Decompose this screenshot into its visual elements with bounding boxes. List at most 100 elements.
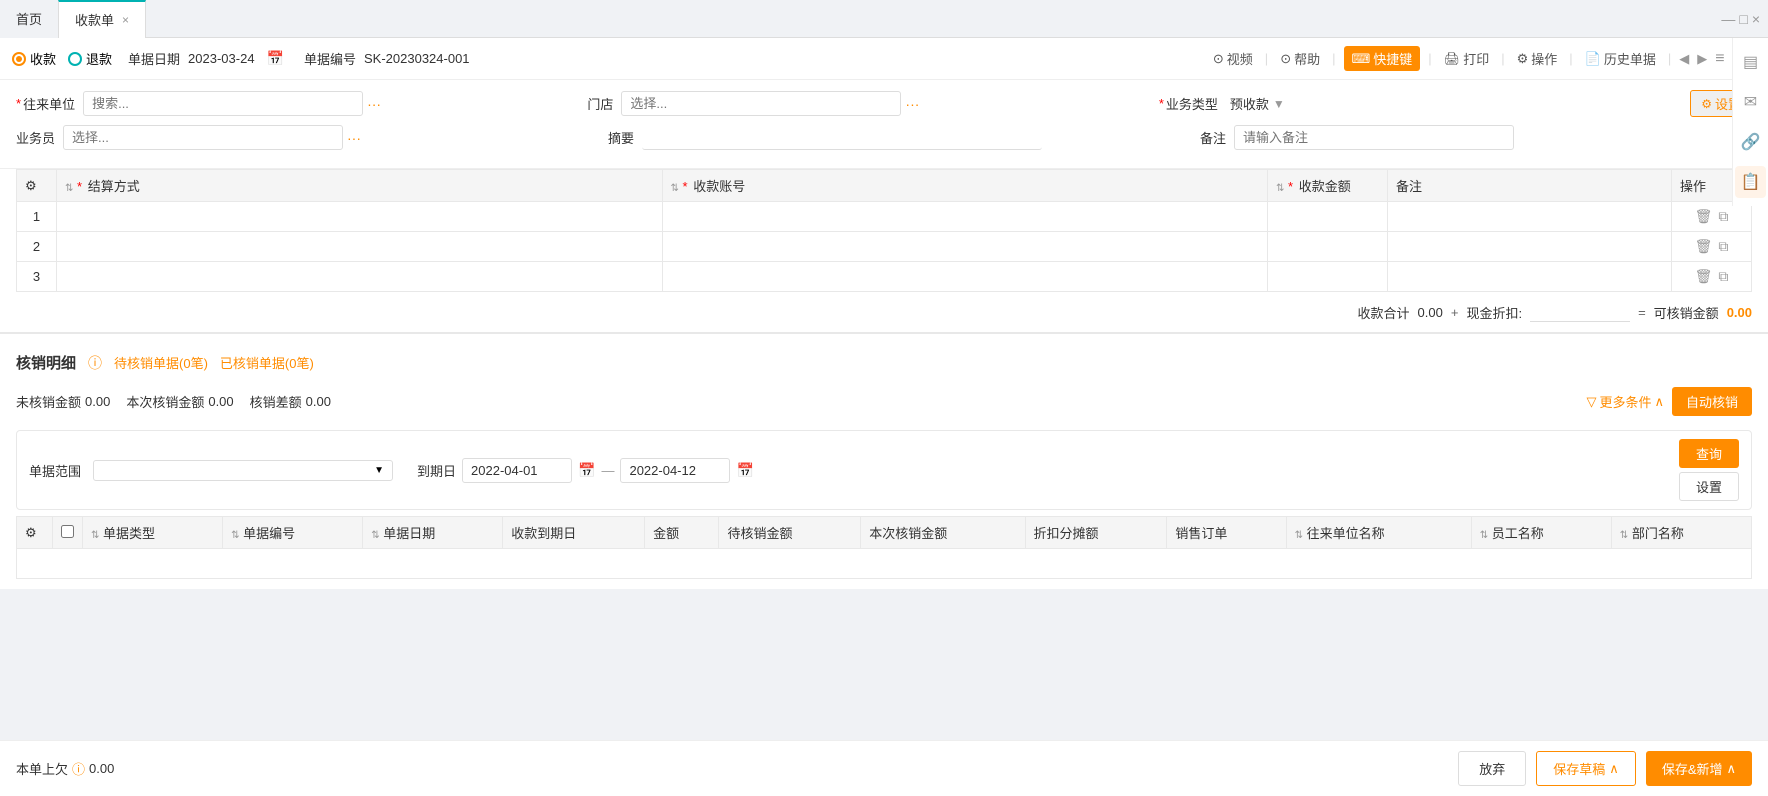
calendar-icon[interactable]: 📅 <box>267 50 284 67</box>
counterpart-input[interactable] <box>83 91 363 116</box>
btn-help[interactable]: ⊙ 帮助 <box>1276 47 1324 70</box>
more-conditions-btn[interactable]: ▽ 更多条件 ∧ <box>1586 392 1664 411</box>
staff-input[interactable] <box>63 125 343 150</box>
settings-gear-icon: ⚙ <box>1701 97 1712 111</box>
row-3-settlement[interactable] <box>57 262 663 292</box>
date-from-input[interactable] <box>462 458 572 483</box>
row-3-amount[interactable] <box>1268 262 1388 292</box>
list-view-icon[interactable]: ≡ <box>1715 50 1724 68</box>
stat-actions: ▽ 更多条件 ∧ 自动核销 <box>1586 387 1752 416</box>
shortcut-icon: ⌨ <box>1352 51 1371 67</box>
close-icon[interactable]: × <box>1752 11 1760 27</box>
radio-receipt[interactable]: 收款 <box>12 49 56 68</box>
business-label: 业务类型 <box>1166 94 1218 113</box>
sidebar-form-icon[interactable]: 📋 <box>1735 166 1767 198</box>
row-2-copy-icon[interactable]: ⧉ <box>1718 238 1728 255</box>
store-more[interactable]: ··· <box>905 96 919 112</box>
row-3-account[interactable] <box>662 262 1268 292</box>
discount-input[interactable] <box>1530 302 1630 322</box>
sidebar-link-icon[interactable]: 🔗 <box>1735 126 1767 158</box>
range-select[interactable]: ▼ <box>93 460 393 481</box>
summary-input[interactable] <box>642 126 1042 150</box>
row-2-settlement[interactable] <box>57 232 663 262</box>
business-type-field: * 业务类型 预收款 ▼ <box>1159 94 1690 113</box>
row-2-remark[interactable] <box>1388 232 1672 262</box>
row-2-account[interactable] <box>662 232 1268 262</box>
th-remark: 备注 <box>1388 170 1672 202</box>
summary-label: 摘要 <box>608 128 634 147</box>
draft-chevron-icon[interactable]: ∧ <box>1609 761 1619 777</box>
section-title: 核销明细 <box>16 352 76 373</box>
filter-settings-btn[interactable]: 设置 <box>1679 472 1739 501</box>
row-1-settlement[interactable] <box>57 202 663 232</box>
footer-info: 本单上欠 ⓘ 0.00 <box>16 759 114 778</box>
sidebar-mail-icon[interactable]: ✉ <box>1738 86 1763 118</box>
btn-history[interactable]: 📄 历史单据 <box>1581 47 1660 70</box>
plus-sign: + <box>1451 305 1459 320</box>
row-2-amount[interactable] <box>1268 232 1388 262</box>
store-input[interactable] <box>621 91 901 116</box>
prev-label: 本单上欠 <box>16 759 68 778</box>
save-new-chevron-icon[interactable]: ∧ <box>1726 761 1736 777</box>
date-from-calendar-icon[interactable]: 📅 <box>578 462 595 479</box>
row-3-copy-icon[interactable]: ⧉ <box>1718 268 1728 285</box>
date-to-calendar-icon[interactable]: 📅 <box>736 462 753 479</box>
bth-settings[interactable]: ⚙ <box>17 517 53 549</box>
diff-value: 0.00 <box>306 394 331 409</box>
note-input[interactable] <box>1234 125 1514 150</box>
number-value: SK-20230324-001 <box>364 51 470 66</box>
business-dropdown-icon[interactable]: ▼ <box>1273 97 1285 111</box>
auto-verify-btn[interactable]: 自动核销 <box>1672 387 1752 416</box>
row-1-account[interactable] <box>662 202 1268 232</box>
row-1-delete-icon[interactable]: 🗑 <box>1695 208 1713 225</box>
btn-print[interactable]: 🖨 打印 <box>1440 47 1494 70</box>
maximize-icon[interactable]: □ <box>1739 11 1747 27</box>
unchecked-label: 未核销金额 <box>16 392 81 411</box>
row-num-1: 1 <box>17 202 57 232</box>
info-icon[interactable]: ⓘ <box>88 353 102 373</box>
bottom-table: ⚙ ⇅ 单据类型 ⇅ 单据编号 ⇅ 单据日期 收款到期日 <box>16 516 1752 579</box>
nav-right-icon[interactable]: ▶ <box>1697 51 1707 67</box>
tab-receipt[interactable]: 收款单 × <box>58 0 146 38</box>
select-all-checkbox[interactable] <box>61 525 74 538</box>
abandon-btn[interactable]: 放弃 <box>1458 751 1526 786</box>
tab-receipt-label: 收款单 <box>75 10 114 29</box>
row-1-remark[interactable] <box>1388 202 1672 232</box>
tab-close-icon[interactable]: × <box>122 13 129 27</box>
minimize-icon[interactable]: — <box>1721 11 1735 27</box>
total-label: 收款合计 <box>1358 303 1410 322</box>
done-tab[interactable]: 已核销单据(0笔) <box>220 353 314 372</box>
row-3-delete-icon[interactable]: 🗑 <box>1695 268 1713 285</box>
row-2-delete-icon[interactable]: 🗑 <box>1695 238 1713 255</box>
counterpart-more[interactable]: ··· <box>367 96 381 112</box>
business-required: * <box>1159 96 1164 111</box>
bth-pending: 待核销金额 <box>719 517 861 549</box>
nav-left-icon[interactable]: ◀ <box>1679 51 1689 67</box>
save-new-btn[interactable]: 保存&新增 ∧ <box>1646 751 1752 786</box>
th-settings[interactable]: ⚙ <box>17 170 57 202</box>
tab-home[interactable]: 首页 <box>0 0 58 38</box>
receipt-table: ⚙ ⇅ * 结算方式 ⇅ * 收款账号 ⇅ * 收款金额 <box>16 169 1752 292</box>
toolbar-actions: ⊙ 视频 | ⊙ 帮助 | ⌨ 快捷键 | 🖨 打印 | ⚙ 操作 <box>1209 46 1756 71</box>
row-1-amount[interactable] <box>1268 202 1388 232</box>
bth-checkbox[interactable] <box>53 517 83 549</box>
row-1-action: 🗑 ⧉ <box>1672 202 1752 232</box>
btn-video[interactable]: ⊙ 视频 <box>1209 47 1257 70</box>
unchecked-stat: 未核销金额 0.00 <box>16 392 110 411</box>
row-1-copy-icon[interactable]: ⧉ <box>1718 208 1728 225</box>
row-2-action: 🗑 ⧉ <box>1672 232 1752 262</box>
available-value: 0.00 <box>1727 305 1752 320</box>
stats-row: 未核销金额 0.00 本次核销金额 0.00 核销差额 0.00 ▽ 更多条件 … <box>16 381 1752 422</box>
date-to-input[interactable] <box>620 458 730 483</box>
staff-more[interactable]: ··· <box>347 130 361 146</box>
draft-btn[interactable]: 保存草稿 ∧ <box>1536 751 1636 786</box>
btn-print-label: 打印 <box>1463 49 1489 68</box>
radio-refund[interactable]: 退款 <box>68 49 112 68</box>
sidebar-table-icon[interactable]: ▤ <box>1737 46 1764 78</box>
query-btn[interactable]: 查询 <box>1679 439 1739 468</box>
bth-number: ⇅ 单据编号 <box>223 517 363 549</box>
pending-tab[interactable]: 待核销单据(0笔) <box>114 353 208 372</box>
btn-shortcut[interactable]: ⌨ 快捷键 <box>1344 46 1421 71</box>
btn-operations[interactable]: ⚙ 操作 <box>1513 47 1562 70</box>
row-3-remark[interactable] <box>1388 262 1672 292</box>
